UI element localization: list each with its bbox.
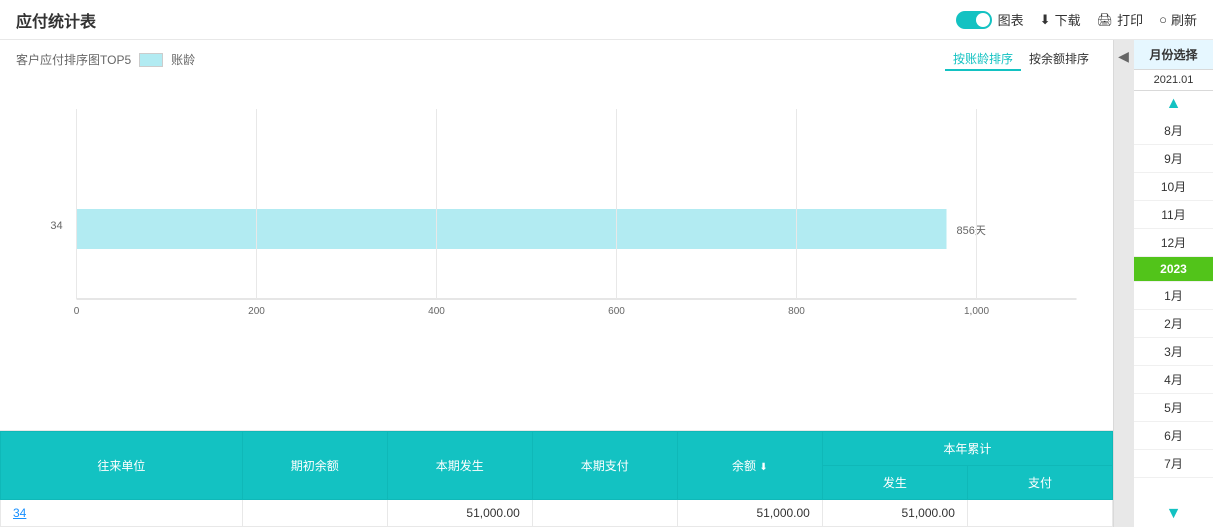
th-col6-sub2: 支付 (967, 466, 1112, 500)
chart-svg: 34 856天 0 200 400 600 800 1,000 (16, 79, 1097, 359)
table-header-row: 往来单位 期初余额 本期发生 本期支付 余额 ⬇ 本年累计 (1, 432, 1113, 466)
left-panel: 客户应付排序图TOP5 账龄 按账龄排序 按余额排序 34 (0, 40, 1113, 527)
sidebar-month-item[interactable]: 9月 (1134, 145, 1213, 173)
th-col3: 本期发生 (387, 432, 532, 500)
svg-text:1,000: 1,000 (964, 306, 989, 317)
sidebar-month-item[interactable]: 12月 (1134, 229, 1213, 257)
sidebar-month-item[interactable]: 3月 (1134, 338, 1213, 366)
svg-text:0: 0 (74, 306, 80, 317)
sidebar-month-item[interactable]: 6月 (1134, 422, 1213, 450)
chart-toggle-label: 图表 (998, 10, 1024, 29)
th-col2: 期初余额 (242, 432, 387, 500)
sidebar-month-item[interactable]: 2月 (1134, 310, 1213, 338)
sidebar-month-list: 8月9月10月11月12月20231月2月3月4月5月6月7月 (1134, 117, 1213, 501)
right-sidebar: 月份选择 ▲ 8月9月10月11月12月20231月2月3月4月5月6月7月 ▼ (1133, 40, 1213, 527)
header-actions: 图表 ⬇ 下载 🖨 打印 ○ 刷新 (956, 10, 1197, 29)
td-col3: 51,000.00 (387, 500, 532, 527)
td-col5: 51,000.00 (677, 500, 822, 527)
legend-rect (139, 53, 163, 67)
td-col4 (532, 500, 677, 527)
chart-sort-buttons: 按账龄排序 按余额排序 (945, 48, 1097, 71)
sidebar-collapse-button[interactable]: ◀ (1113, 40, 1133, 527)
sidebar-month-item[interactable]: 1月 (1134, 282, 1213, 310)
data-table: 往来单位 期初余额 本期发生 本期支付 余额 ⬇ 本年累计 发生 (0, 431, 1113, 527)
chart-toggle-group: 图表 (956, 10, 1024, 29)
header: 应付统计表 图表 ⬇ 下载 🖨 打印 ○ 刷新 (0, 0, 1213, 40)
bar-chart: 34 856天 0 200 400 600 800 1,000 (16, 79, 1097, 359)
td-col2 (242, 500, 387, 527)
sidebar-month-item[interactable]: 5月 (1134, 394, 1213, 422)
sort-by-age-button[interactable]: 按账龄排序 (945, 48, 1021, 71)
sidebar-header: 月份选择 (1134, 40, 1213, 70)
chart-area: 客户应付排序图TOP5 账龄 按账龄排序 按余额排序 34 (0, 40, 1113, 431)
svg-text:400: 400 (428, 306, 445, 317)
th-col1: 往来单位 (1, 432, 243, 500)
sidebar-down-button[interactable]: ▼ (1134, 501, 1213, 527)
y-axis-label: 34 (50, 220, 62, 232)
download-button[interactable]: ⬇ 下载 (1040, 10, 1081, 29)
col1-link[interactable]: 34 (13, 506, 26, 520)
sidebar-month-item[interactable]: 7月 (1134, 450, 1213, 478)
app-container: 应付统计表 图表 ⬇ 下载 🖨 打印 ○ 刷新 (0, 0, 1213, 527)
th-col6-group: 本年累计 (822, 432, 1112, 466)
download-label: 下载 (1055, 10, 1081, 29)
chart-legend-title: 客户应付排序图TOP5 (16, 51, 131, 68)
main-content: 客户应付排序图TOP5 账龄 按账龄排序 按余额排序 34 (0, 40, 1213, 527)
chart-legend: 客户应付排序图TOP5 账龄 (16, 51, 195, 68)
svg-text:200: 200 (248, 306, 265, 317)
sidebar-month-item[interactable]: 4月 (1134, 366, 1213, 394)
table-row: 34 51,000.00 51,000.00 51,000.00 (1, 500, 1113, 527)
refresh-label: 刷新 (1171, 10, 1197, 29)
th-col6-sub1: 发生 (822, 466, 967, 500)
chart-legend-bar-label: 账龄 (171, 51, 195, 68)
chart-bar (77, 209, 947, 249)
refresh-icon: ○ (1159, 12, 1167, 27)
td-col6-sub2 (967, 500, 1112, 527)
print-icon: 🖨 (1097, 12, 1114, 28)
svg-text:600: 600 (608, 306, 625, 317)
td-col6-sub1: 51,000.00 (822, 500, 967, 527)
print-button[interactable]: 🖨 打印 (1097, 10, 1144, 29)
sidebar-month-item[interactable]: 10月 (1134, 173, 1213, 201)
sort-by-amount-button[interactable]: 按余额排序 (1021, 48, 1097, 71)
th-col4: 本期支付 (532, 432, 677, 500)
sort-icon: ⬇ (759, 462, 767, 473)
page-title: 应付统计表 (16, 8, 96, 32)
chart-toggle[interactable] (956, 11, 992, 29)
print-label: 打印 (1117, 10, 1143, 29)
sidebar-month-item[interactable]: 8月 (1134, 117, 1213, 145)
download-icon: ⬇ (1040, 12, 1051, 28)
chart-header: 客户应付排序图TOP5 账龄 按账龄排序 按余额排序 (16, 48, 1097, 71)
bar-value-label: 856天 (957, 225, 986, 237)
th-col5: 余额 ⬇ (677, 432, 822, 500)
sidebar-month-item[interactable]: 11月 (1134, 201, 1213, 229)
refresh-button[interactable]: ○ 刷新 (1159, 10, 1197, 29)
td-col1: 34 (1, 500, 243, 527)
sidebar-wrapper: ◀ 月份选择 ▲ 8月9月10月11月12月20231月2月3月4月5月6月7月… (1113, 40, 1213, 527)
svg-text:800: 800 (788, 306, 805, 317)
sidebar-year-input[interactable] (1134, 70, 1213, 91)
sidebar-up-button[interactable]: ▲ (1134, 91, 1213, 117)
table-area: 往来单位 期初余额 本期发生 本期支付 余额 ⬇ 本年累计 发生 (0, 431, 1113, 527)
sidebar-month-item[interactable]: 2023 (1134, 257, 1213, 282)
